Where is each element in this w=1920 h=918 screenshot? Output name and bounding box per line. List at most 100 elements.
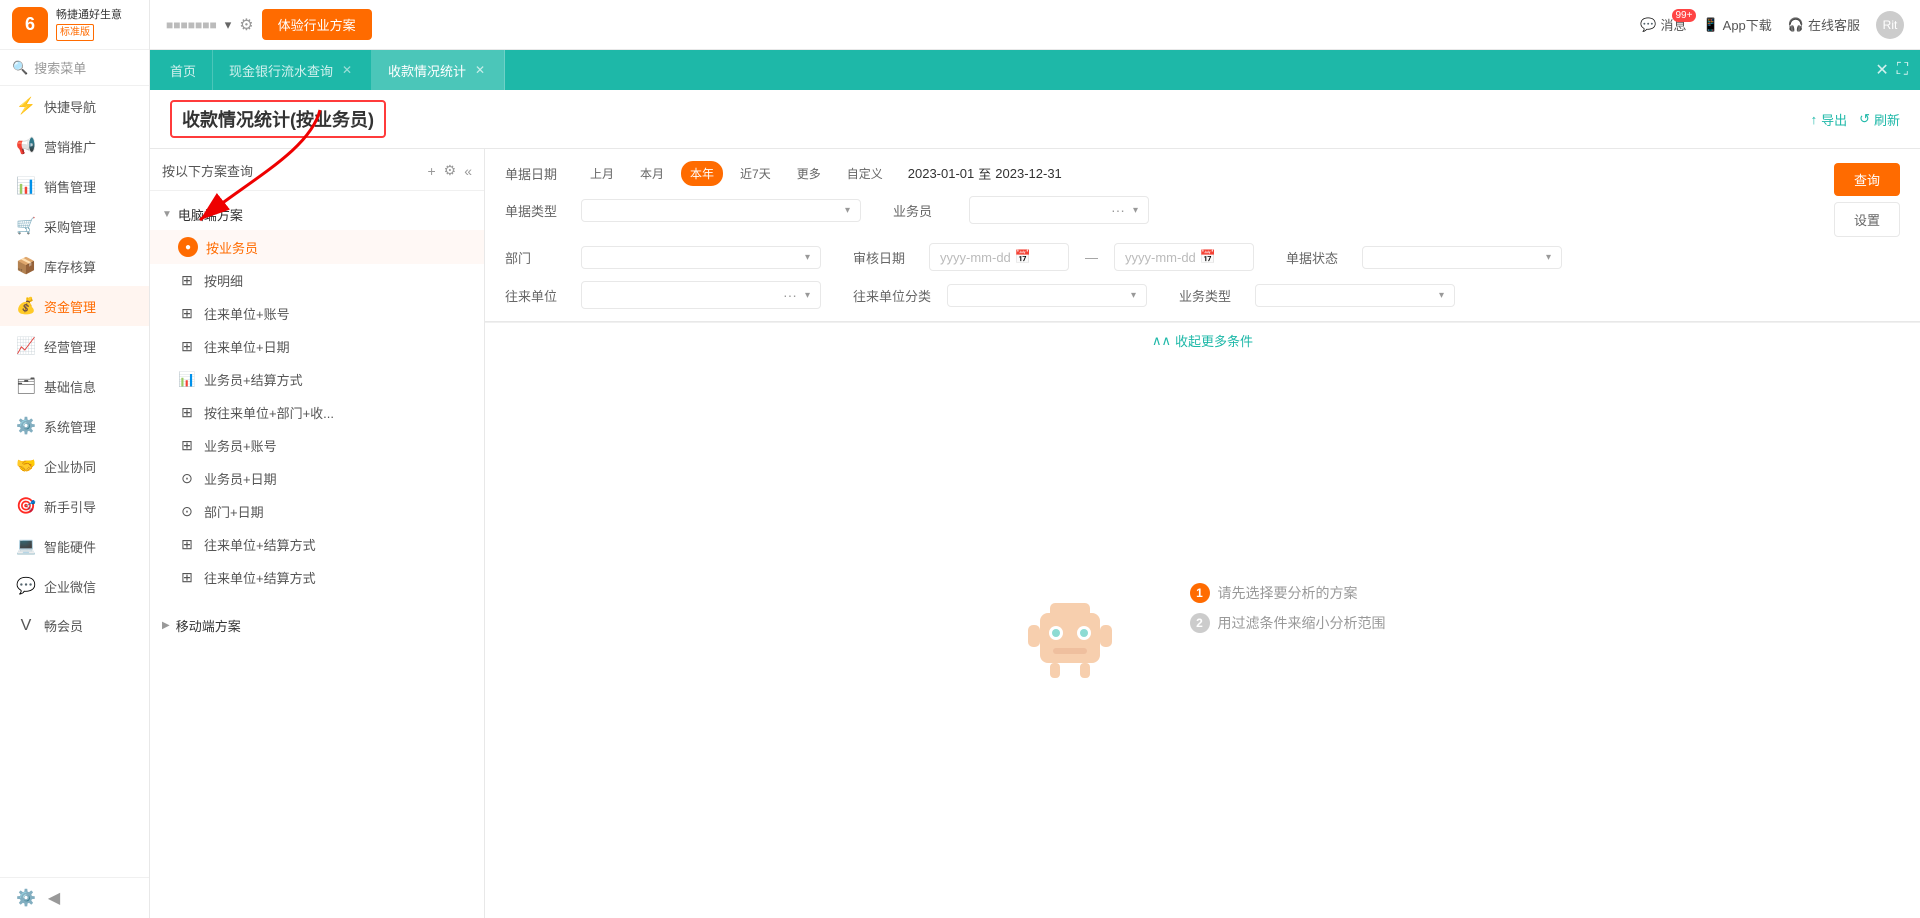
tab-collection-stats[interactable]: 收款情况统计 ✕	[372, 50, 505, 90]
maximize-window-icon[interactable]: ⛶	[1897, 61, 1908, 79]
by-detail-icon: ⊞	[178, 272, 196, 289]
scheme-settings-icon[interactable]: ⚙	[444, 162, 457, 179]
sidebar-item-system[interactable]: ⚙️ 系统管理	[0, 406, 149, 446]
hardware-icon: 💻	[16, 536, 36, 556]
search-icon: 🔍	[12, 60, 28, 76]
calendar-to-icon[interactable]: 📅	[1200, 249, 1216, 265]
message-btn[interactable]: 💬 消息 99+	[1640, 15, 1686, 34]
tab-home[interactable]: 首页	[154, 50, 213, 90]
dept-select[interactable]: ▾	[581, 246, 821, 269]
scheme-item-counterpart-dept-collect[interactable]: ⊞ 按往来单位+部门+收...	[150, 396, 484, 429]
empty-hint: 1 请先选择要分析的方案 2 用过滤条件来缩小分析范围	[1190, 583, 1386, 633]
counterpart-category-select[interactable]: ▾	[947, 284, 1147, 307]
sidebar-item-wechat[interactable]: 💬 企业微信	[0, 566, 149, 606]
scheme-item-counterpart-settlement2[interactable]: ⊞ 往来单位+结算方式	[150, 561, 484, 594]
scheme-item-counterpart-settlement1[interactable]: ⊞ 往来单位+结算方式	[150, 528, 484, 561]
scheme-item-counterpart-date[interactable]: ⊞ 往来单位+日期	[150, 330, 484, 363]
demo-btn[interactable]: 体验行业方案	[262, 9, 372, 40]
tab-close-collection-stats[interactable]: ✕	[472, 62, 488, 78]
sidebar-item-guide[interactable]: 🎯 新手引导	[0, 486, 149, 526]
date-btn-this-month[interactable]: 本月	[631, 161, 673, 186]
sidebar-item-sales[interactable]: 📊 销售管理	[0, 166, 149, 206]
page-title-box: 收款情况统计(按业务员)	[170, 100, 386, 138]
salesperson-select[interactable]: ··· ▾	[969, 196, 1149, 224]
filter-area: 单据日期 上月 本月 本年 近7天 更多 自定义	[485, 149, 1920, 322]
salesperson-date-icon: ⊙	[178, 470, 196, 487]
sidebar-item-hardware[interactable]: 💻 智能硬件	[0, 526, 149, 566]
calendar-from-icon[interactable]: 📅	[1015, 249, 1031, 265]
app-download-link[interactable]: 📱 App下载	[1702, 15, 1771, 34]
sidebar-item-collab[interactable]: 🤝 企业协同	[0, 446, 149, 486]
review-date-from-value: yyyy-mm-dd	[940, 250, 1011, 265]
collapse-panel-icon[interactable]: «	[464, 163, 472, 179]
scheme-item-salesperson-settlement[interactable]: 📊 业务员+结算方式	[150, 363, 484, 396]
desktop-scheme-section: ▼ 电脑端方案 ● 按业务员 ⊞ 按明细 ⊞ 往来单位+账号	[150, 191, 484, 602]
doc-type-arrow: ▾	[845, 205, 850, 216]
page-title: 收款情况统计(按业务员)	[182, 110, 374, 130]
breadcrumb-dropdown[interactable]: ▾	[225, 17, 232, 33]
sidebar-item-vip[interactable]: V 畅会员	[0, 606, 149, 645]
settings-bottom-icon[interactable]: ⚙️	[16, 888, 36, 908]
export-btn[interactable]: ↑ 导出	[1811, 110, 1848, 129]
empty-hint-item-2: 2 用过滤条件来缩小分析范围	[1190, 613, 1386, 633]
search-menu[interactable]: 🔍 搜索菜单	[0, 50, 149, 86]
sidebar-item-finance[interactable]: 💰 资金管理	[0, 286, 149, 326]
sidebar-item-quicknav[interactable]: ⚡ 快捷导航	[0, 86, 149, 126]
scheme-item-by-detail[interactable]: ⊞ 按明细	[150, 264, 484, 297]
topbar-left: ■■■■■■■ ▾ ⚙ 体验行业方案	[166, 9, 1624, 40]
doc-type-select[interactable]: ▾	[581, 199, 861, 222]
salesperson-more-icon[interactable]: ···	[1111, 202, 1125, 218]
counterpart-select[interactable]: ··· ▾	[581, 281, 821, 309]
mobile-arrow-icon: ▶	[162, 620, 170, 631]
add-scheme-icon[interactable]: +	[427, 163, 435, 179]
mobile-scheme-header[interactable]: ▶ 移动端方案	[150, 610, 484, 641]
query-button[interactable]: 查询	[1834, 163, 1900, 196]
sidebar-item-operations[interactable]: 📈 经营管理	[0, 326, 149, 366]
scheme-item-salesperson-account[interactable]: ⊞ 业务员+账号	[150, 429, 484, 462]
counterpart-more-icon[interactable]: ···	[783, 287, 797, 303]
collapse-sidebar-icon[interactable]: ◀	[48, 888, 60, 908]
online-service-link[interactable]: 🎧 在线客服	[1788, 15, 1860, 34]
user-avatar[interactable]: Rit	[1876, 11, 1904, 39]
date-btn-more[interactable]: 更多	[788, 161, 830, 186]
sales-icon: 📊	[16, 176, 36, 196]
scheme-item-dept-date[interactable]: ⊙ 部门+日期	[150, 495, 484, 528]
doc-status-select[interactable]: ▾	[1362, 246, 1562, 269]
review-date-to[interactable]: yyyy-mm-dd 📅	[1114, 243, 1254, 271]
desktop-scheme-header[interactable]: ▼ 电脑端方案	[150, 199, 484, 230]
date-range-display: 2023-01-01 至 2023-12-31	[908, 164, 1062, 183]
scheme-item-by-salesperson[interactable]: ● 按业务员	[150, 230, 484, 264]
sidebar-item-basic[interactable]: 🗂 基础信息	[0, 366, 149, 406]
sidebar-item-inventory[interactable]: 📦 库存核算	[0, 246, 149, 286]
topbar-gear-icon[interactable]: ⚙	[239, 15, 253, 35]
scheme-item-counterpart-account[interactable]: ⊞ 往来单位+账号	[150, 297, 484, 330]
message-badge: 99+	[1672, 9, 1697, 22]
refresh-btn[interactable]: ↺ 刷新	[1859, 110, 1900, 129]
mobile-scheme-label: 移动端方案	[176, 616, 241, 635]
close-window-icon[interactable]: ✕	[1875, 60, 1888, 80]
scheme-item-salesperson-date[interactable]: ⊙ 业务员+日期	[150, 462, 484, 495]
filter-collapse-btn[interactable]: ∧∧ 收起更多条件	[485, 322, 1920, 358]
sidebar-item-marketing[interactable]: 📢 营销推广	[0, 126, 149, 166]
download-icon: 📱	[1702, 17, 1718, 33]
date-btn-this-year[interactable]: 本年	[681, 161, 723, 186]
topbar-right: 💬 消息 99+ 📱 App下载 🎧 在线客服 Rit	[1640, 11, 1904, 39]
filter-row-doctype: 单据类型 ▾ 业务员 ··· ▾	[505, 196, 1149, 224]
review-date-from[interactable]: yyyy-mm-dd 📅	[929, 243, 1069, 271]
doctype-label: 单据类型	[505, 201, 565, 220]
left-panel: 按以下方案查询 + ⚙ « ▼ 电脑端方案 ● 按业务员	[150, 149, 485, 918]
tab-close-bank-flow[interactable]: ✕	[339, 62, 355, 78]
date-btn-last-month[interactable]: 上月	[581, 161, 623, 186]
biz-type-select[interactable]: ▾	[1255, 284, 1455, 307]
counterpart-dept-icon: ⊞	[178, 404, 196, 421]
collapse-up-icon: ∧∧	[1152, 333, 1171, 349]
filter-row-counterpart: 往来单位 ··· ▾ 往来单位分类 ▾ 业务类型	[505, 281, 1900, 309]
settings-button[interactable]: 设置	[1834, 202, 1900, 237]
salesperson-label: 业务员	[893, 201, 953, 220]
hint-num-1: 1	[1190, 583, 1210, 603]
app-name: 畅捷通好生意 标准版	[56, 8, 122, 41]
sidebar-item-purchase[interactable]: 🛒 采购管理	[0, 206, 149, 246]
date-btn-last-7-days[interactable]: 近7天	[731, 161, 780, 186]
date-btn-custom[interactable]: 自定义	[838, 161, 892, 186]
tab-bank-flow[interactable]: 现金银行流水查询 ✕	[213, 50, 372, 90]
